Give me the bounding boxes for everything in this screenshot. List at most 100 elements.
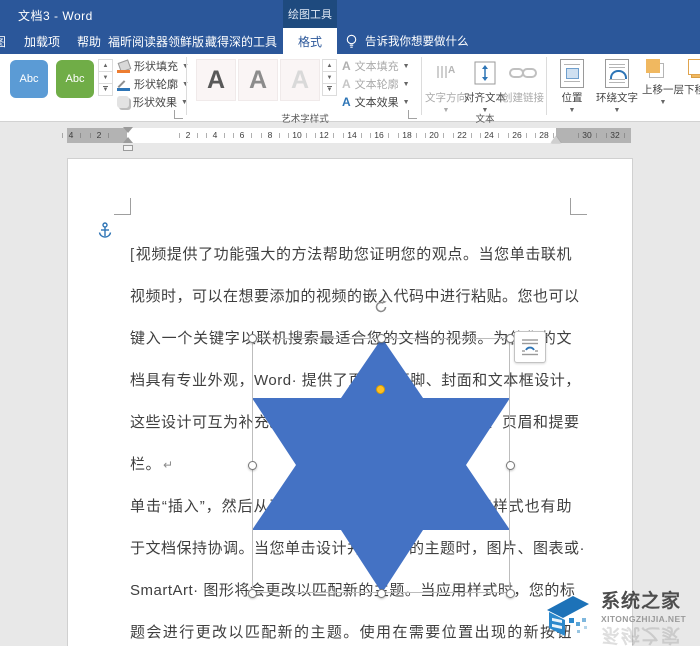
ruler-tick bbox=[233, 133, 234, 138]
resize-handle-s[interactable] bbox=[377, 589, 386, 598]
resize-handle-w[interactable] bbox=[248, 461, 257, 470]
create-link-button[interactable]: 创建链接 bbox=[502, 58, 544, 105]
wordart-dialog-launcher[interactable] bbox=[408, 110, 417, 119]
shape-style-thumb-green[interactable]: Abc bbox=[56, 60, 94, 98]
ruler-tick bbox=[224, 133, 225, 138]
ruler-tick bbox=[62, 133, 63, 138]
document-title: 文档3 - Word bbox=[18, 9, 93, 23]
text-direction-icon: A bbox=[425, 58, 467, 88]
text-effects-icon: A bbox=[342, 95, 351, 109]
ruler-tick bbox=[288, 133, 289, 138]
rotate-handle[interactable] bbox=[372, 299, 390, 317]
ruler-tick bbox=[624, 133, 625, 138]
ribbon: Abc Abc ▲ ▼ ▼ 形状填充▼ 形状轮廓▼ 形状效果▼ A A A ▲ … bbox=[0, 54, 700, 125]
contextual-tab-header: 绘图工具 bbox=[283, 0, 337, 28]
tab-format[interactable]: 格式 bbox=[283, 28, 337, 54]
create-link-label: 创建链接 bbox=[502, 92, 544, 104]
right-indent-marker[interactable] bbox=[551, 136, 561, 143]
ruler-tick bbox=[498, 133, 499, 138]
shape-effects-button[interactable]: 形状效果 ▼ bbox=[117, 93, 188, 111]
ruler-number: 16 bbox=[374, 130, 384, 140]
text-cursor-mark: [ bbox=[130, 246, 135, 263]
ruler-tick bbox=[206, 133, 207, 138]
tab-clipped[interactable]: 图 bbox=[0, 28, 9, 54]
gallery-more-button[interactable]: ▼ bbox=[98, 83, 113, 96]
ruler-number: 14 bbox=[347, 130, 357, 140]
position-label: 位置 bbox=[561, 92, 583, 104]
shape-style-gallery-scroll: ▲ ▼ ▼ bbox=[98, 59, 113, 96]
site-watermark: 系统之家 XITONGZHIJIA.NET 系统之家 bbox=[543, 588, 700, 646]
position-button[interactable]: 位置 ▼ bbox=[554, 58, 590, 114]
ruler-tick bbox=[416, 133, 417, 138]
shape-fill-button[interactable]: 形状填充▼ bbox=[117, 57, 189, 75]
wordart-group-label: 艺术字样式 bbox=[281, 114, 329, 125]
ruler-number: 20 bbox=[429, 130, 439, 140]
ruler-tick bbox=[179, 133, 180, 138]
ruler-number: 8 bbox=[267, 130, 273, 140]
ruler-number: 10 bbox=[292, 130, 302, 140]
tell-me-box[interactable]: 告诉我你想要做什么 bbox=[345, 28, 469, 54]
resize-handle-e[interactable] bbox=[506, 461, 515, 470]
shape-style-thumb-blue[interactable]: Abc bbox=[10, 60, 48, 98]
ruler-number: 26 bbox=[512, 130, 522, 140]
text-fill-button[interactable]: A 文本填充 ▼ bbox=[342, 57, 410, 75]
left-indent-marker[interactable] bbox=[123, 145, 133, 151]
shape-styles-dialog-launcher[interactable] bbox=[174, 110, 183, 119]
send-backward-button[interactable]: 下移一层 ▼ bbox=[684, 58, 700, 106]
tab-addins[interactable]: 加载项 bbox=[16, 28, 68, 54]
shape-adjust-handle[interactable] bbox=[376, 385, 385, 394]
wrap-text-icon bbox=[594, 58, 640, 88]
resize-handle-se[interactable] bbox=[506, 589, 515, 598]
wordart-thumb-1[interactable]: A bbox=[196, 59, 236, 101]
ruler-tick bbox=[508, 133, 509, 138]
ruler-tick bbox=[261, 133, 262, 138]
wordart-thumb-3[interactable]: A bbox=[280, 59, 320, 101]
ruler-tick bbox=[343, 133, 344, 138]
ruler-tick bbox=[361, 133, 362, 138]
ruler-tick bbox=[398, 133, 399, 138]
ruler-tick bbox=[606, 133, 607, 138]
ruler-tick bbox=[315, 133, 316, 138]
bring-forward-icon bbox=[642, 58, 666, 80]
text-fill-label: 文本填充 bbox=[354, 61, 399, 73]
ruler-tick bbox=[425, 133, 426, 138]
text-outline-icon: A bbox=[342, 77, 351, 91]
text-direction-label: 文字方向 bbox=[425, 92, 467, 104]
resize-handle-n[interactable] bbox=[377, 334, 386, 343]
text-direction-button[interactable]: A 文字方向 ▼ bbox=[425, 58, 467, 114]
wrap-text-button[interactable]: 环绕文字 ▼ bbox=[594, 58, 640, 114]
ruler-tick bbox=[526, 133, 527, 138]
tab-hidden-tools[interactable]: 藏得深的工具 bbox=[202, 28, 280, 54]
ruler-tick bbox=[90, 133, 91, 138]
shape-outline-icon bbox=[117, 78, 130, 91]
layout-options-button[interactable] bbox=[514, 331, 546, 363]
ruler-number: 6 bbox=[239, 130, 245, 140]
ruler-tick bbox=[471, 133, 472, 138]
horizontal-ruler[interactable]: 4 2 2 4 6 8 10 12 14 16 18 20 22 24 26 28 30 32 bbox=[62, 128, 631, 143]
shape-fill-label: 形状填充 bbox=[134, 61, 178, 73]
tab-foxit[interactable]: 福昕阅读器领鲜版 bbox=[108, 28, 204, 54]
wordart-gallery-scroll: ▲ ▼ ▼ bbox=[322, 59, 337, 96]
first-line-indent-marker[interactable] bbox=[123, 127, 133, 133]
gallery-more-button[interactable]: ▼ bbox=[322, 83, 337, 96]
position-icon bbox=[554, 58, 590, 88]
text-fill-icon: A bbox=[342, 59, 351, 73]
tab-help[interactable]: 帮助 bbox=[68, 28, 110, 54]
watermark-reflection: 系统之家 bbox=[601, 624, 682, 645]
ruler-tick bbox=[80, 133, 81, 138]
resize-handle-nw[interactable] bbox=[248, 334, 257, 343]
link-icon bbox=[502, 58, 544, 88]
ribbon-tab-row: 图 加载项 帮助 福昕阅读器领鲜版 藏得深的工具 格式 告诉我你想要做什么 bbox=[0, 28, 700, 54]
bring-forward-button[interactable]: 上移一层 ▼ bbox=[642, 58, 684, 106]
shape-outline-button[interactable]: 形状轮廓▼ bbox=[117, 75, 189, 93]
ruler-tick bbox=[535, 133, 536, 138]
wordart-thumb-2[interactable]: A bbox=[238, 59, 278, 101]
watermark-domain: XITONGZHIJIA.NET bbox=[601, 614, 687, 624]
text-outline-button[interactable]: A 文本轮廓 ▼ bbox=[342, 75, 410, 93]
hanging-indent-marker[interactable] bbox=[123, 137, 133, 143]
align-text-button[interactable]: 对齐文本 ▼ bbox=[464, 58, 506, 114]
resize-handle-sw[interactable] bbox=[248, 589, 257, 598]
ruler-number: 4 bbox=[68, 130, 74, 140]
ruler-tick bbox=[306, 133, 307, 138]
text-effects-button[interactable]: A 文本效果 ▼ bbox=[342, 93, 410, 111]
